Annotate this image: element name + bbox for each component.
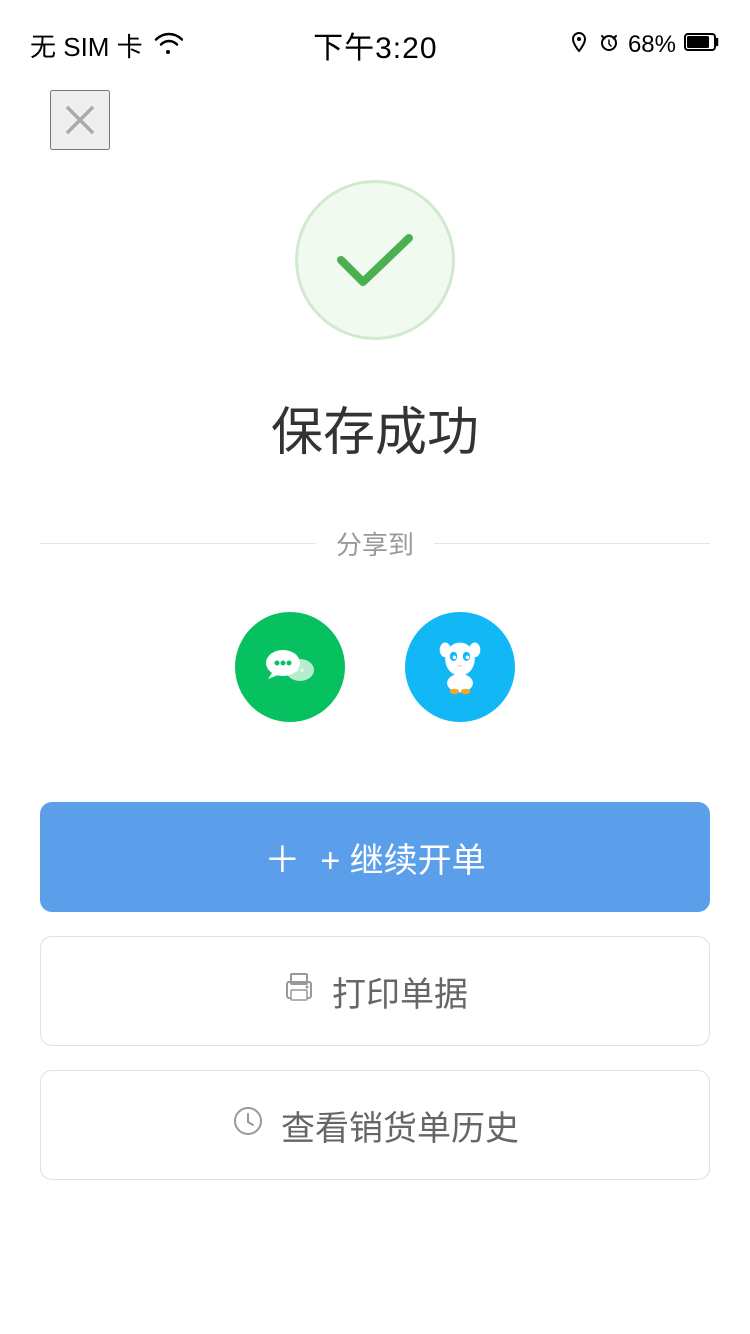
wechat-icon bbox=[258, 635, 323, 700]
wifi-icon bbox=[153, 30, 183, 61]
history-button[interactable]: 查看销货单历史 bbox=[40, 1070, 710, 1180]
status-time: 下午3:20 bbox=[313, 23, 437, 67]
check-circle bbox=[295, 180, 455, 340]
share-icons bbox=[40, 612, 710, 722]
check-icon bbox=[335, 230, 415, 290]
qq-icon bbox=[430, 637, 490, 697]
history-icon bbox=[231, 1104, 265, 1147]
wechat-share-button[interactable] bbox=[235, 612, 345, 722]
qq-share-button[interactable] bbox=[405, 612, 515, 722]
print-button[interactable]: 打印单据 bbox=[40, 936, 710, 1046]
print-label: 打印单据 bbox=[332, 967, 468, 1016]
share-divider: 分享到 bbox=[40, 525, 710, 562]
continue-order-button[interactable]: ＋ + 继续开单 bbox=[40, 802, 710, 912]
continue-order-label: + 继续开单 bbox=[320, 833, 485, 882]
status-right: 68% bbox=[568, 31, 720, 60]
status-left: 无 SIM 卡 bbox=[30, 27, 183, 64]
close-button[interactable] bbox=[50, 90, 110, 150]
success-area: 保存成功 bbox=[0, 80, 750, 525]
location-icon bbox=[568, 31, 590, 60]
alarm-icon bbox=[598, 31, 620, 60]
share-label: 分享到 bbox=[336, 525, 414, 562]
battery-text: 68% bbox=[628, 31, 676, 59]
status-bar: 无 SIM 卡 下午3:20 68% bbox=[0, 0, 750, 80]
history-label: 查看销货单历史 bbox=[281, 1101, 519, 1150]
plus-icon: ＋ bbox=[264, 831, 300, 883]
battery-icon bbox=[684, 31, 720, 59]
success-title: 保存成功 bbox=[271, 390, 479, 465]
sim-text: 无 SIM 卡 bbox=[30, 27, 143, 64]
printer-icon bbox=[282, 970, 316, 1013]
share-section: 分享到 bbox=[0, 525, 750, 722]
action-buttons: ＋ + 继续开单 打印单据 查看销货单历史 bbox=[0, 802, 750, 1180]
